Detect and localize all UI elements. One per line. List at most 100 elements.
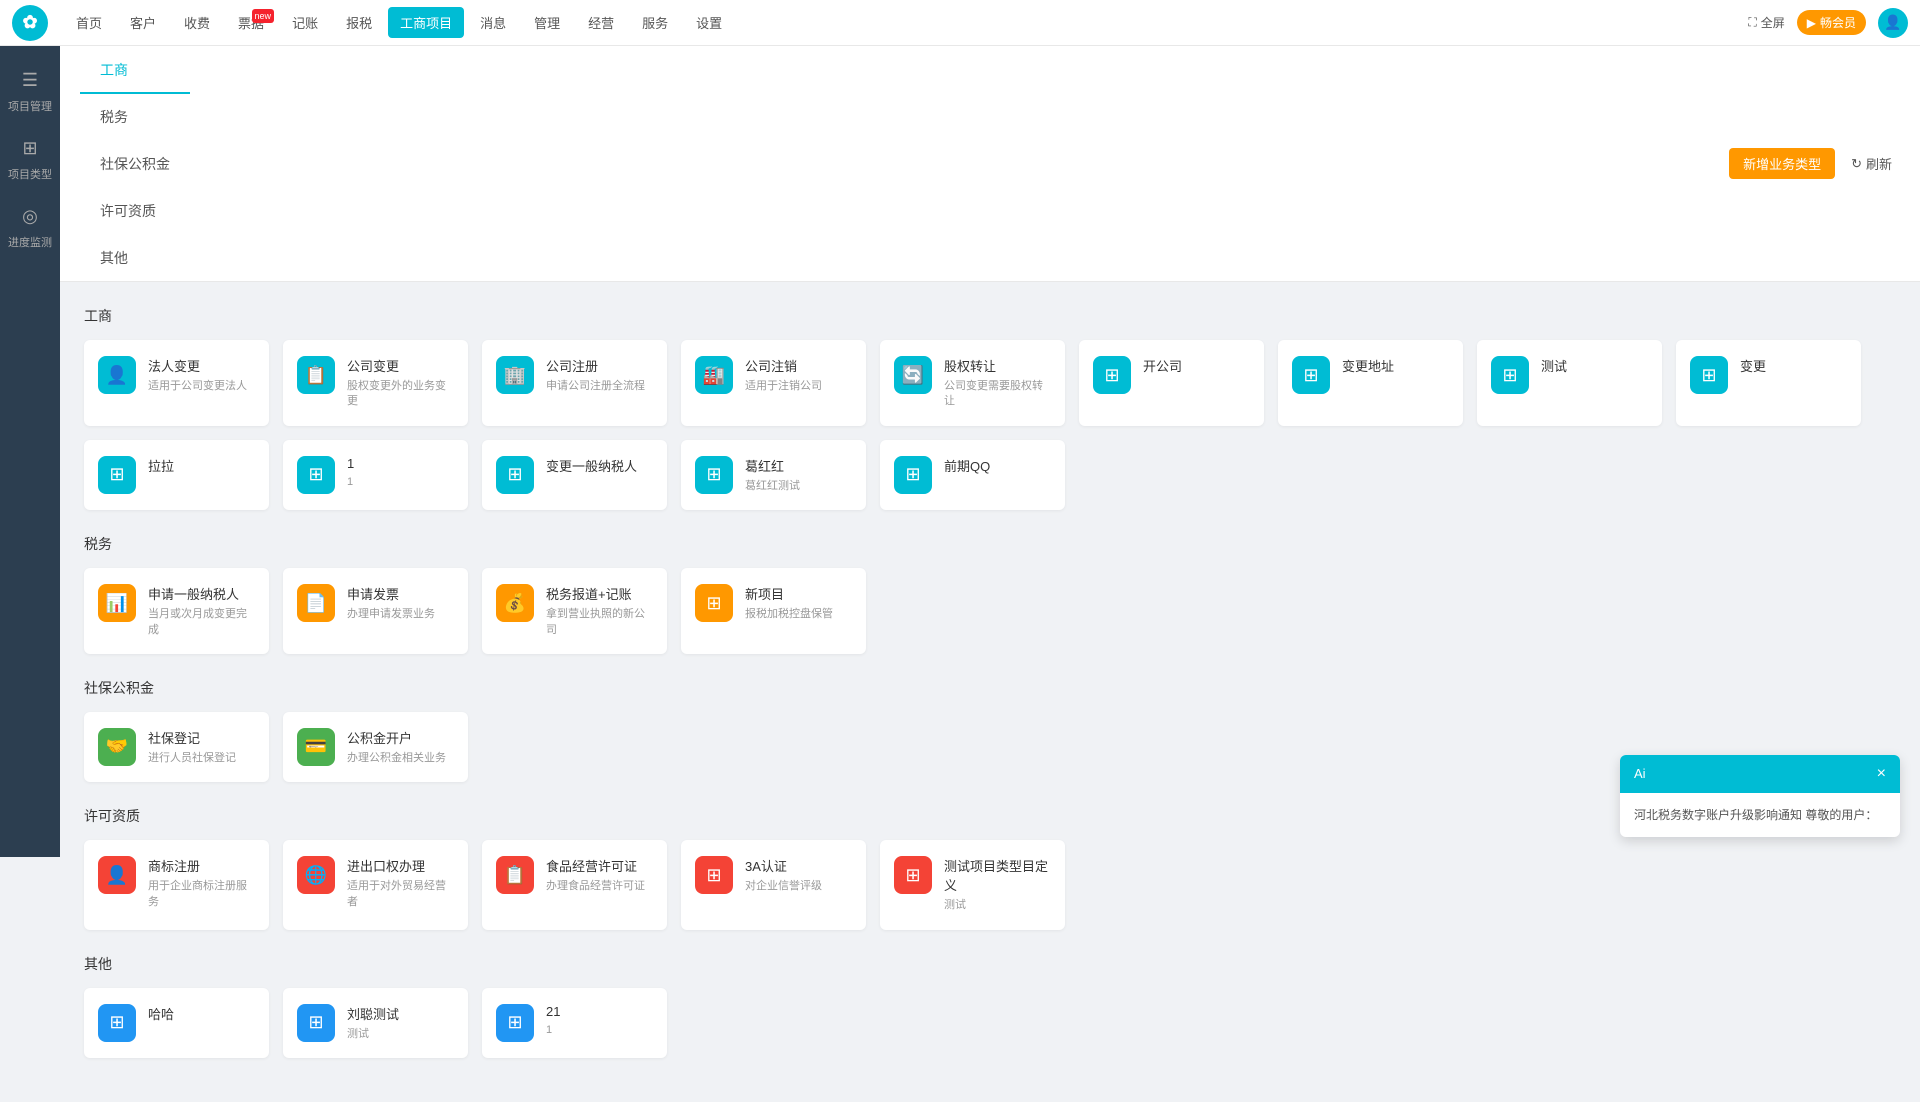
sidebar-item-label: 进度监测 <box>8 234 52 250</box>
card-icon: ⊞ <box>894 856 932 894</box>
nav-item-票据[interactable]: 票据new <box>226 7 276 38</box>
card-公积金开户[interactable]: 💳公积金开户办理公积金相关业务 <box>283 712 468 782</box>
section-工商: 工商👤法人变更适用于公司变更法人📋公司变更股权变更外的业务变更🏢公司注册申请公司… <box>84 306 1896 510</box>
card-body: 食品经营许可证办理食品经营许可证 <box>546 856 653 894</box>
tab-其他[interactable]: 其他 <box>80 234 190 282</box>
nav-item-首页[interactable]: 首页 <box>64 7 114 38</box>
card-body: 申请发票办理申请发票业务 <box>347 584 454 622</box>
section-税务: 税务 📊申请一般纳税人当月或次月成变更完成📄申请发票办理申请发票业务 💰 税务报道+记… <box>84 534 1896 654</box>
card-拉拉[interactable]: ⊞拉拉 <box>84 440 269 510</box>
card-body: 11 <box>347 456 454 490</box>
card-title: 变更地址 <box>1342 356 1449 375</box>
card-开公司[interactable]: ⊞开公司 <box>1079 340 1264 426</box>
nav-item-客户[interactable]: 客户 <box>118 7 168 38</box>
notification-close-button[interactable]: × <box>1877 765 1886 783</box>
card-body: 刘聪测试测试 <box>347 1004 454 1042</box>
sidebar-icon: ◎ <box>16 202 44 230</box>
card-申请一般纳税人[interactable]: 📊申请一般纳税人当月或次月成变更完成 <box>84 568 269 654</box>
fullscreen-button[interactable]: ⛶ 全屏 <box>1748 14 1784 31</box>
nav-item-服务[interactable]: 服务 <box>630 7 680 38</box>
card-desc: 适用于公司变更法人 <box>148 379 255 394</box>
card-body: 3A认证对企业信誉评级 <box>745 856 852 894</box>
tab-工商[interactable]: 工商 <box>80 46 190 94</box>
member-button[interactable]: ▶ 畅会员 <box>1797 10 1866 35</box>
card-变更[interactable]: ⊞变更 <box>1676 340 1861 426</box>
nav-item-经营[interactable]: 经营 <box>576 7 626 38</box>
card-测试项目类型目定义[interactable]: ⊞测试项目类型目定义测试 <box>880 840 1065 929</box>
nav-item-报税[interactable]: 报税 <box>334 7 384 38</box>
card-商标注册[interactable]: 👤商标注册用于企业商标注册服务 <box>84 840 269 929</box>
card-title: 开公司 <box>1143 356 1250 375</box>
card-21[interactable]: ⊞211 <box>482 988 667 1058</box>
card-3A认证[interactable]: ⊞3A认证对企业信誉评级 <box>681 840 866 929</box>
card-body: 变更地址 <box>1342 356 1449 379</box>
card-desc: 用于企业商标注册服务 <box>148 879 255 910</box>
card-title: 21 <box>546 1004 653 1019</box>
refresh-button[interactable]: ↻ 刷新 <box>1843 148 1900 179</box>
sidebar-item-进度监测[interactable]: ◎ 进度监测 <box>0 192 60 260</box>
nav-item-管理[interactable]: 管理 <box>522 7 572 38</box>
card-icon: 🌐 <box>297 856 335 894</box>
sidebar-icon: ☰ <box>16 66 44 94</box>
card-税务报道+记账[interactable]: 💰 税务报道+记账拿到营业执照的新公司 <box>482 568 667 654</box>
card-body: 公司注册申请公司注册全流程 <box>546 356 653 394</box>
card-icon: ⊞ <box>496 1004 534 1042</box>
card-desc: 办理公积金相关业务 <box>347 751 454 766</box>
tab-社保公积金[interactable]: 社保公积金 <box>80 140 190 188</box>
card-刘聪测试[interactable]: ⊞ 刘聪测试测试 <box>283 988 468 1058</box>
card-title: 公司注册 <box>546 356 653 375</box>
nav-right: ⛶ 全屏 ▶ 畅会员 👤 <box>1748 8 1908 38</box>
card-desc: 报税加税控盘保管 <box>745 607 852 622</box>
card-body: 公司变更股权变更外的业务变更 <box>347 356 454 410</box>
card-desc: 拿到营业执照的新公司 <box>546 607 653 638</box>
card-icon: ⊞ <box>297 456 335 494</box>
tab-许可资质[interactable]: 许可资质 <box>80 187 190 235</box>
card-1[interactable]: ⊞ 11 <box>283 440 468 510</box>
card-法人变更[interactable]: 👤法人变更适用于公司变更法人 <box>84 340 269 426</box>
nav-item-工商项目[interactable]: 工商项目 <box>388 7 464 38</box>
nav-item-记账[interactable]: 记账 <box>280 7 330 38</box>
card-前期QQ[interactable]: ⊞前期QQ <box>880 440 1065 510</box>
nav-item-收费[interactable]: 收费 <box>172 7 222 38</box>
card-body: 税务报道+记账拿到营业执照的新公司 <box>546 584 653 638</box>
new-type-button[interactable]: 新增业务类型 <box>1729 148 1835 179</box>
card-测试[interactable]: ⊞测试 <box>1477 340 1662 426</box>
card-title: 公积金开户 <box>347 728 454 747</box>
card-body: 公积金开户办理公积金相关业务 <box>347 728 454 766</box>
card-title: 公司变更 <box>347 356 454 375</box>
card-icon: ⊞ <box>1292 356 1330 394</box>
card-社保登记[interactable]: 🤝社保登记进行人员社保登记 <box>84 712 269 782</box>
card-desc: 葛红红测试 <box>745 479 852 494</box>
nav-item-设置[interactable]: 设置 <box>684 7 734 38</box>
nav-items: 首页客户收费票据new记账报税工商项目消息管理经营服务设置 <box>64 7 1748 38</box>
card-股权转让[interactable]: 🔄股权转让公司变更需要股权转让 <box>880 340 1065 426</box>
notification-title: Ai <box>1634 766 1646 781</box>
card-icon: 💰 <box>496 584 534 622</box>
sidebar-item-项目类型[interactable]: ⊞ 项目类型 <box>0 124 60 192</box>
cards-grid: 📊申请一般纳税人当月或次月成变更完成📄申请发票办理申请发票业务 💰 税务报道+记账拿… <box>84 568 1896 654</box>
card-食品经营许可证[interactable]: 📋食品经营许可证办理食品经营许可证 <box>482 840 667 929</box>
card-body: 开公司 <box>1143 356 1250 379</box>
nav-item-消息[interactable]: 消息 <box>468 7 518 38</box>
card-公司变更[interactable]: 📋公司变更股权变更外的业务变更 <box>283 340 468 426</box>
card-icon: ⊞ <box>297 1004 335 1042</box>
tab-税务[interactable]: 税务 <box>80 93 190 141</box>
card-icon: 🏢 <box>496 356 534 394</box>
section-title: 税务 <box>84 534 1896 554</box>
card-公司注销[interactable]: 🏭公司注销适用于注销公司 <box>681 340 866 426</box>
card-变更地址[interactable]: ⊞ 变更地址 <box>1278 340 1463 426</box>
card-desc: 当月或次月成变更完成 <box>148 607 255 638</box>
card-title: 测试项目类型目定义 <box>944 856 1051 894</box>
logo: ✿ <box>12 5 48 41</box>
card-title: 变更一般纳税人 <box>546 456 653 475</box>
card-公司注册[interactable]: 🏢 公司注册申请公司注册全流程 <box>482 340 667 426</box>
card-哈哈[interactable]: ⊞哈哈 <box>84 988 269 1058</box>
card-变更一般纳税人[interactable]: ⊞变更一般纳税人 <box>482 440 667 510</box>
card-进出口权办理[interactable]: 🌐进出口权办理适用于对外贸易经营者 <box>283 840 468 929</box>
card-葛红红[interactable]: ⊞葛红红葛红红测试 <box>681 440 866 510</box>
card-申请发票[interactable]: 📄申请发票办理申请发票业务 <box>283 568 468 654</box>
sidebar-item-项目管理[interactable]: ☰ 项目管理 <box>0 56 60 124</box>
avatar[interactable]: 👤 <box>1878 8 1908 38</box>
card-新项目[interactable]: ⊞新项目报税加税控盘保管 <box>681 568 866 654</box>
card-title: 食品经营许可证 <box>546 856 653 875</box>
